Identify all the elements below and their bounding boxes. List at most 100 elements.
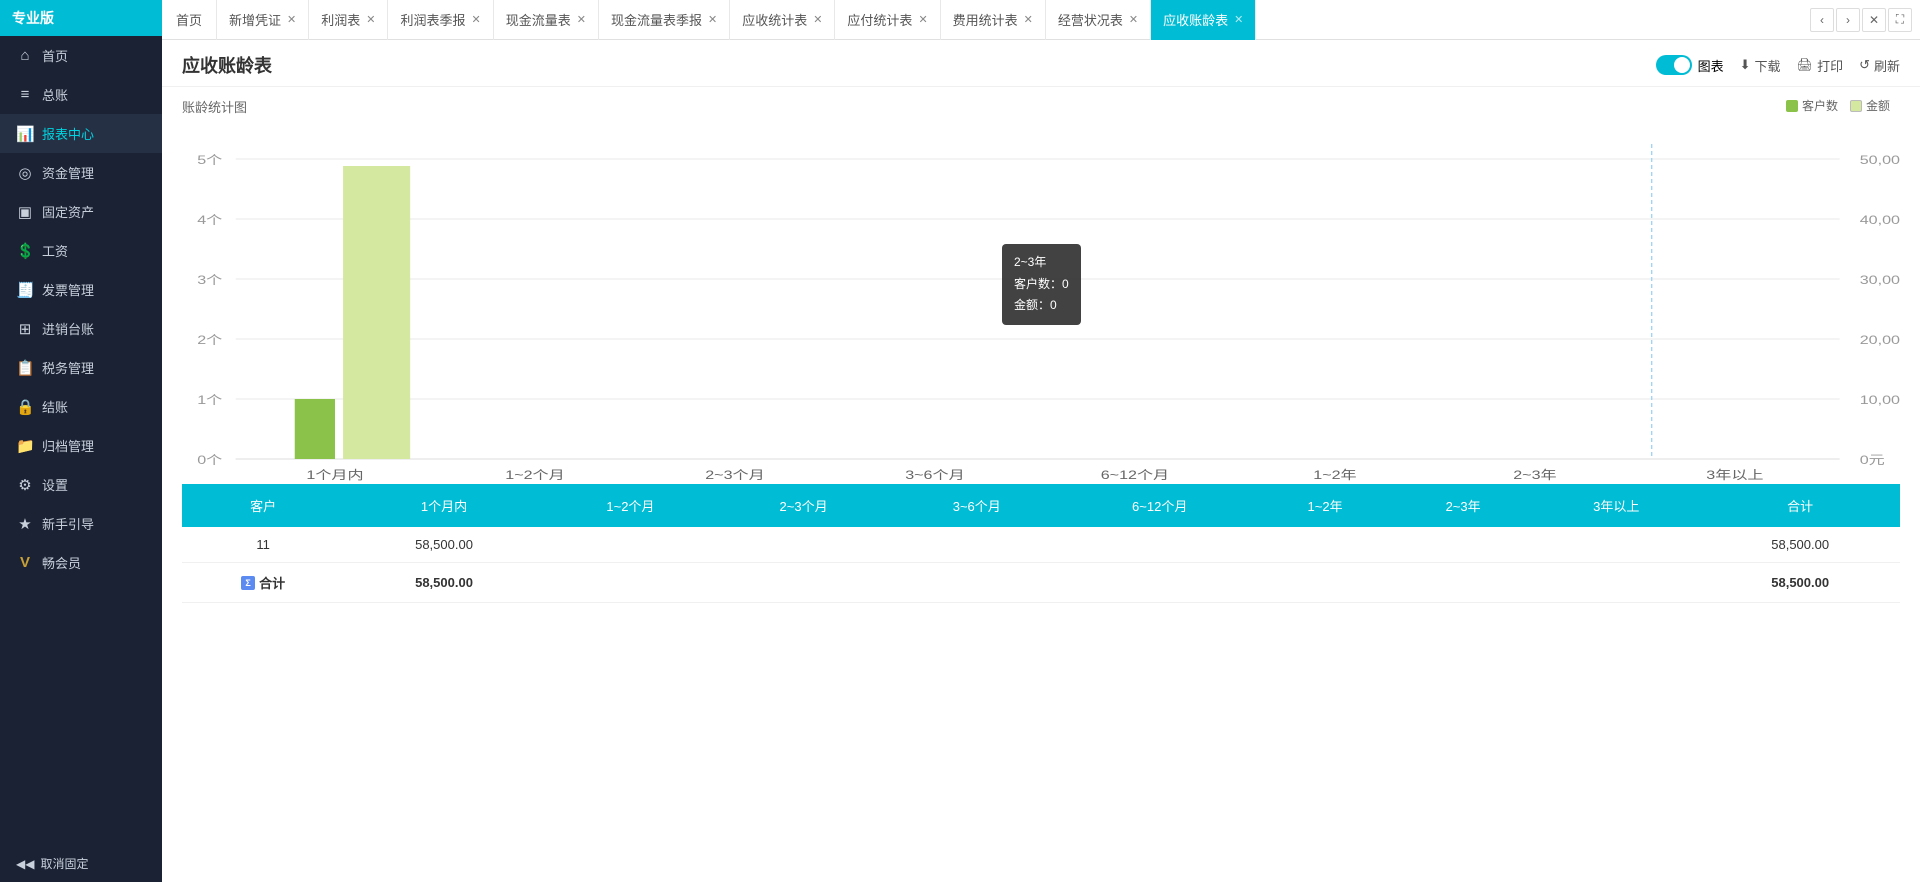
svg-text:5个: 5个 bbox=[197, 154, 222, 168]
total-total: 58,500.00 bbox=[1700, 563, 1900, 603]
cell-m12 bbox=[544, 527, 717, 563]
download-icon: ⬇ bbox=[1740, 57, 1751, 73]
download-button[interactable]: ⬇ 下载 bbox=[1740, 56, 1781, 75]
sidebar-item-label: 发票管理 bbox=[42, 280, 94, 299]
tab-ar-stats[interactable]: 应收统计表 ✕ bbox=[730, 0, 835, 40]
sidebar-item-label: 畅会员 bbox=[42, 553, 81, 572]
tab-label: 新增凭证 bbox=[229, 10, 281, 29]
assets-icon: ▣ bbox=[16, 203, 34, 221]
toggle-label: 图表 bbox=[1698, 56, 1724, 75]
bar-amount-m1 bbox=[343, 166, 410, 459]
svg-text:6~12个月: 6~12个月 bbox=[1101, 469, 1169, 483]
tab-cashflow-quarterly[interactable]: 现金流量表季报 ✕ bbox=[599, 0, 730, 40]
col-m36: 3~6个月 bbox=[890, 484, 1063, 527]
sidebar-item-label: 新手引导 bbox=[42, 514, 94, 533]
tab-label: 现金流量表 bbox=[506, 10, 571, 29]
tab-cashflow[interactable]: 现金流量表 ✕ bbox=[494, 0, 599, 40]
tab-close-icon[interactable]: ✕ bbox=[577, 13, 586, 26]
sidebar-item-funds[interactable]: ◎ 资金管理 bbox=[0, 153, 162, 192]
sidebar-item-label: 首页 bbox=[42, 46, 68, 65]
tab-close-all-button[interactable]: ✕ bbox=[1862, 8, 1886, 32]
sidebar-item-tax[interactable]: 📋 税务管理 bbox=[0, 348, 162, 387]
cell-y23 bbox=[1394, 527, 1532, 563]
home-icon: ⌂ bbox=[16, 47, 34, 64]
sidebar-item-vip[interactable]: V 畅会员 bbox=[0, 543, 162, 582]
sidebar-item-archive[interactable]: 📁 归档管理 bbox=[0, 426, 162, 465]
sidebar-item-label: 结账 bbox=[42, 397, 68, 416]
col-y12: 1~2年 bbox=[1256, 484, 1394, 527]
collapse-label: 取消固定 bbox=[40, 855, 88, 872]
sidebar-item-inventory[interactable]: ⊞ 进销台账 bbox=[0, 309, 162, 348]
sidebar-item-salary[interactable]: 💲 工资 bbox=[0, 231, 162, 270]
page-content: 应收账龄表 图表 ⬇ 下载 🖨 打印 ↺ 刷新 bbox=[162, 40, 1920, 882]
legend-label-amount: 金额 bbox=[1866, 97, 1890, 114]
table-row: 11 58,500.00 58,500.00 bbox=[182, 527, 1900, 563]
col-customer: 客户 bbox=[182, 484, 344, 527]
tab-next-button[interactable]: › bbox=[1836, 8, 1860, 32]
total-row: Σ 合计 58,500.00 58,500.00 bbox=[182, 563, 1900, 603]
svg-text:1个月内: 1个月内 bbox=[306, 469, 363, 483]
tab-label: 应收账龄表 bbox=[1163, 10, 1228, 29]
funds-icon: ◎ bbox=[16, 164, 34, 182]
total-m12 bbox=[544, 563, 717, 603]
total-text: 合计 bbox=[259, 573, 285, 592]
cell-y12 bbox=[1256, 527, 1394, 563]
tab-close-icon[interactable]: ✕ bbox=[1234, 13, 1243, 26]
tab-close-icon[interactable]: ✕ bbox=[472, 13, 481, 26]
tab-new-voucher[interactable]: 新增凭证 ✕ bbox=[217, 0, 309, 40]
tab-ar-aging[interactable]: 应收账龄表 ✕ bbox=[1151, 0, 1256, 40]
svg-text:1个: 1个 bbox=[197, 394, 222, 408]
sidebar-item-assets[interactable]: ▣ 固定资产 bbox=[0, 192, 162, 231]
sidebar-item-ledger[interactable]: ≡ 总账 bbox=[0, 75, 162, 114]
legend-amount: 金额 bbox=[1850, 97, 1890, 114]
chart-toggle[interactable]: 图表 bbox=[1656, 55, 1724, 75]
sidebar-item-home[interactable]: ⌂ 首页 bbox=[0, 36, 162, 75]
svg-text:2~3个月: 2~3个月 bbox=[705, 469, 764, 483]
sidebar-item-reports[interactable]: 📊 报表中心 bbox=[0, 114, 162, 153]
tab-label: 利润表 bbox=[321, 10, 360, 29]
svg-text:1~2个月: 1~2个月 bbox=[505, 469, 564, 483]
tab-close-icon[interactable]: ✕ bbox=[708, 13, 717, 26]
cell-m1: 58,500.00 bbox=[344, 527, 544, 563]
tab-ap-stats[interactable]: 应付统计表 ✕ bbox=[835, 0, 940, 40]
inventory-icon: ⊞ bbox=[16, 320, 34, 338]
svg-text:2个: 2个 bbox=[197, 334, 222, 348]
print-button[interactable]: 🖨 打印 bbox=[1797, 56, 1844, 75]
sidebar-item-guide[interactable]: ★ 新手引导 bbox=[0, 504, 162, 543]
tab-close-icon[interactable]: ✕ bbox=[918, 13, 927, 26]
tab-close-icon[interactable]: ✕ bbox=[1129, 13, 1138, 26]
refresh-button[interactable]: ↺ 刷新 bbox=[1859, 56, 1900, 75]
tab-home[interactable]: 首页 bbox=[162, 0, 217, 40]
tab-close-icon[interactable]: ✕ bbox=[287, 13, 296, 26]
app-logo: 专业版 bbox=[0, 0, 162, 36]
toggle-track[interactable] bbox=[1656, 55, 1692, 75]
col-m23: 2~3个月 bbox=[717, 484, 890, 527]
salary-icon: 💲 bbox=[16, 242, 34, 260]
tab-label: 利润表季报 bbox=[400, 10, 465, 29]
download-label: 下载 bbox=[1755, 56, 1781, 75]
sidebar-item-label: 固定资产 bbox=[42, 202, 94, 221]
tab-close-icon[interactable]: ✕ bbox=[1024, 13, 1033, 26]
tab-label: 经营状况表 bbox=[1058, 10, 1123, 29]
legend-customers: 客户数 bbox=[1786, 97, 1838, 114]
chart-legend: 客户数 金额 bbox=[1786, 97, 1890, 114]
tab-profit[interactable]: 利润表 ✕ bbox=[309, 0, 388, 40]
total-m23 bbox=[717, 563, 890, 603]
total-y3plus bbox=[1532, 563, 1700, 603]
tab-expense-stats[interactable]: 费用统计表 ✕ bbox=[941, 0, 1046, 40]
collapse-sidebar-button[interactable]: ◀◀ 取消固定 bbox=[0, 845, 162, 882]
sidebar-item-settings[interactable]: ⚙ 设置 bbox=[0, 465, 162, 504]
toggle-thumb bbox=[1674, 57, 1690, 73]
cell-m36 bbox=[890, 527, 1063, 563]
vip-icon: V bbox=[16, 554, 34, 571]
sidebar-item-closing[interactable]: 🔒 结账 bbox=[0, 387, 162, 426]
sidebar-item-invoice[interactable]: 🧾 发票管理 bbox=[0, 270, 162, 309]
cell-m612 bbox=[1063, 527, 1256, 563]
tab-profit-quarterly[interactable]: 利润表季报 ✕ bbox=[388, 0, 493, 40]
tab-close-icon[interactable]: ✕ bbox=[366, 13, 375, 26]
total-label: Σ 合计 bbox=[190, 573, 336, 592]
tab-operations[interactable]: 经营状况表 ✕ bbox=[1046, 0, 1151, 40]
tab-close-icon[interactable]: ✕ bbox=[813, 13, 822, 26]
tab-expand-button[interactable]: ⛶ bbox=[1888, 8, 1912, 32]
tab-prev-button[interactable]: ‹ bbox=[1810, 8, 1834, 32]
